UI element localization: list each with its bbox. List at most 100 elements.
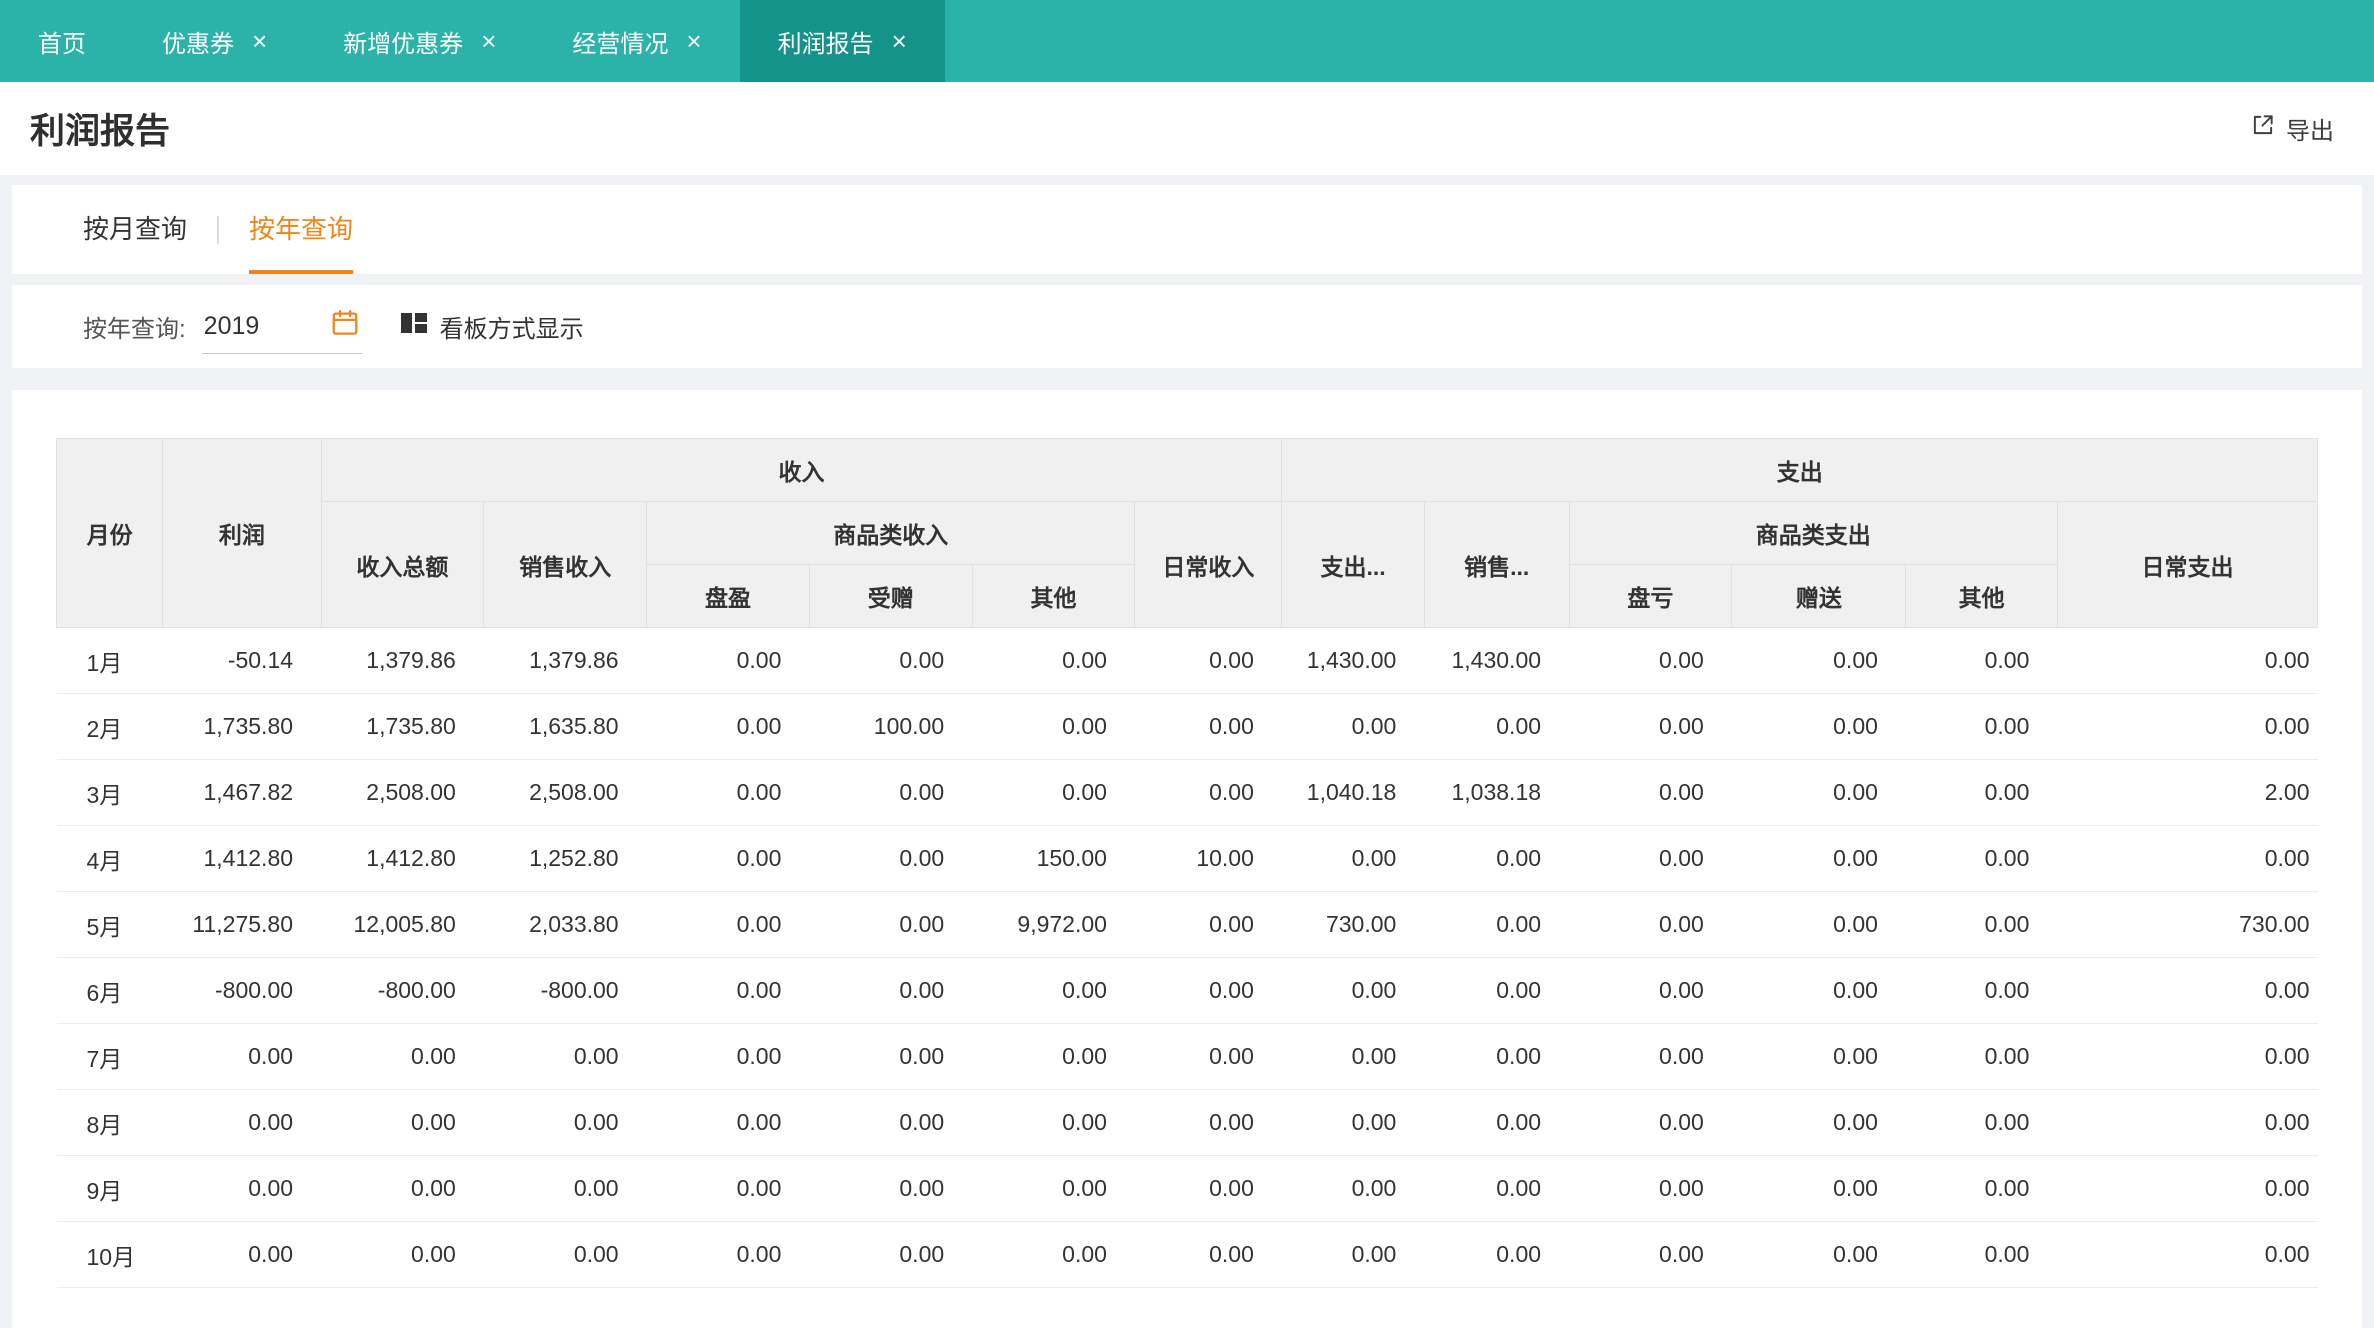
month-cell: 10月 xyxy=(56,1221,163,1288)
calendar-icon[interactable] xyxy=(330,308,360,345)
col-header-other-income: 其他 xyxy=(971,564,1136,628)
value-cell: 0.00 xyxy=(1134,1089,1282,1156)
close-icon[interactable]: × xyxy=(252,28,267,54)
col-header-sales-expense: 销售... xyxy=(1423,501,1570,628)
value-cell: 0.00 xyxy=(1281,1155,1425,1222)
title-bar: 利润报告 导出 xyxy=(0,82,2374,175)
value-cell: 0.00 xyxy=(646,957,810,1024)
value-cell: 0.00 xyxy=(972,1089,1135,1156)
col-header-daily-expense: 日常支出 xyxy=(2056,501,2319,628)
table-row: 5月 11,275.80 12,005.80 2,033.80 0.00 0.00 9,97… xyxy=(56,891,2318,958)
month-cell: 3月 xyxy=(56,759,163,826)
value-cell: 0.00 xyxy=(1134,1023,1282,1090)
value-cell: 0.00 xyxy=(972,1221,1135,1288)
value-cell: 0.00 xyxy=(2057,1089,2318,1156)
value-cell: 0.00 xyxy=(646,693,810,760)
value-cell: 0.00 xyxy=(809,1155,973,1222)
top-tab-label: 利润报告 xyxy=(777,30,874,58)
value-cell: 0.00 xyxy=(483,1023,647,1090)
value-cell: 2.00 xyxy=(2057,759,2318,826)
value-cell: 0.00 xyxy=(1569,627,1732,694)
board-grid-icon xyxy=(400,311,428,342)
top-tab-label: 优惠券 xyxy=(162,30,234,58)
col-header-income-total: 收入总额 xyxy=(320,501,485,628)
value-cell: 0.00 xyxy=(646,1089,810,1156)
top-tab-new-coupon[interactable]: 新增优惠券 × xyxy=(305,0,534,82)
value-cell: 2,508.00 xyxy=(321,759,484,826)
board-display-toggle[interactable]: 看板方式显示 xyxy=(400,309,584,344)
value-cell: 0.00 xyxy=(1731,1155,1906,1222)
col-group-expense: 支出 xyxy=(1281,438,2318,502)
value-cell: 0.00 xyxy=(2057,693,2318,760)
table-row: 8月 0.00 0.00 0.00 0.00 0.00 0.00 0.00 0.00 0.00 0.… xyxy=(56,1089,2318,1156)
value-cell: 0.00 xyxy=(162,1089,322,1156)
value-cell: 0.00 xyxy=(1424,891,1570,958)
value-cell: 150.00 xyxy=(972,825,1135,892)
value-cell: 1,635.80 xyxy=(483,693,647,760)
value-cell: 0.00 xyxy=(1569,957,1732,1024)
value-cell: 0.00 xyxy=(809,627,973,694)
value-cell: 0.00 xyxy=(1134,693,1282,760)
value-cell: 0.00 xyxy=(1905,1089,2058,1156)
value-cell: 0.00 xyxy=(1424,1089,1570,1156)
value-cell: 1,252.80 xyxy=(483,825,647,892)
value-cell: 0.00 xyxy=(321,1155,484,1222)
year-value: 2019 xyxy=(203,311,260,340)
value-cell: 0.00 xyxy=(483,1155,647,1222)
top-tab-home[interactable]: 首页 xyxy=(0,0,124,82)
value-cell: 1,430.00 xyxy=(1281,627,1425,694)
export-icon xyxy=(2250,112,2276,145)
value-cell: 0.00 xyxy=(1134,1221,1282,1288)
table-row: 4月 1,412.80 1,412.80 1,252.80 0.00 0.00 150.00… xyxy=(56,825,2318,892)
month-cell: 7月 xyxy=(56,1023,163,1090)
value-cell: 0.00 xyxy=(1281,825,1425,892)
top-tab-business-status[interactable]: 经营情况 × xyxy=(534,0,739,82)
close-icon[interactable]: × xyxy=(481,28,496,54)
close-icon[interactable]: × xyxy=(686,28,701,54)
value-cell: 0.00 xyxy=(1134,957,1282,1024)
close-icon[interactable]: × xyxy=(892,28,907,54)
col-header-sales-income: 销售收入 xyxy=(483,501,648,628)
value-cell: 730.00 xyxy=(2057,891,2318,958)
table-row: 7月 0.00 0.00 0.00 0.00 0.00 0.00 0.00 0.00 0.00 0.… xyxy=(56,1023,2318,1090)
tab-monthly-query[interactable]: 按月查询 xyxy=(83,185,187,274)
value-cell: 1,040.18 xyxy=(1281,759,1425,826)
table-header: 月份 利润 收入 支出 收入总额 销售收入 商品类收入 日常收入 支出... 销… xyxy=(55,438,2319,628)
top-tab-coupon[interactable]: 优惠券 × xyxy=(124,0,305,82)
value-cell: 12,005.80 xyxy=(321,891,484,958)
value-cell: -800.00 xyxy=(483,957,647,1024)
value-cell: 0.00 xyxy=(1731,957,1906,1024)
value-cell: -800.00 xyxy=(321,957,484,1024)
col-header-deficit: 盘亏 xyxy=(1568,564,1733,628)
value-cell: 0.00 xyxy=(162,1221,322,1288)
value-cell: 0.00 xyxy=(1424,1023,1570,1090)
value-cell: 0.00 xyxy=(646,759,810,826)
value-cell: 0.00 xyxy=(1569,1221,1732,1288)
value-cell: 0.00 xyxy=(1731,891,1906,958)
value-cell: 0.00 xyxy=(1569,825,1732,892)
value-cell: 0.00 xyxy=(1731,759,1906,826)
top-tab-profit-report[interactable]: 利润报告 × xyxy=(739,0,945,82)
value-cell: 1,412.80 xyxy=(321,825,484,892)
value-cell: 1,467.82 xyxy=(162,759,322,826)
value-cell: 0.00 xyxy=(1134,759,1282,826)
export-button[interactable]: 导出 xyxy=(2250,111,2334,146)
value-cell: 0.00 xyxy=(1905,1221,2058,1288)
tab-yearly-query[interactable]: 按年查询 xyxy=(249,185,354,274)
filter-bar: 按年查询: 2019 看板方式显示 xyxy=(12,285,2362,368)
value-cell: 0.00 xyxy=(162,1023,322,1090)
value-cell: -50.14 xyxy=(162,627,322,694)
value-cell: 0.00 xyxy=(1905,957,2058,1024)
value-cell: 0.00 xyxy=(809,1089,973,1156)
table-row: 9月 0.00 0.00 0.00 0.00 0.00 0.00 0.00 0.00 0.00 0.… xyxy=(56,1155,2318,1222)
value-cell: 0.00 xyxy=(1731,825,1906,892)
col-group-goods-income: 商品类收入 xyxy=(646,501,1136,565)
value-cell: 0.00 xyxy=(809,1221,973,1288)
value-cell: 1,735.80 xyxy=(321,693,484,760)
year-input[interactable]: 2019 xyxy=(201,300,362,354)
value-cell: 0.00 xyxy=(2057,1023,2318,1090)
value-cell: 0.00 xyxy=(1281,957,1425,1024)
col-header-expense-total: 支出... xyxy=(1281,501,1425,628)
value-cell: 2,508.00 xyxy=(483,759,647,826)
value-cell: 0.00 xyxy=(1424,1155,1570,1222)
